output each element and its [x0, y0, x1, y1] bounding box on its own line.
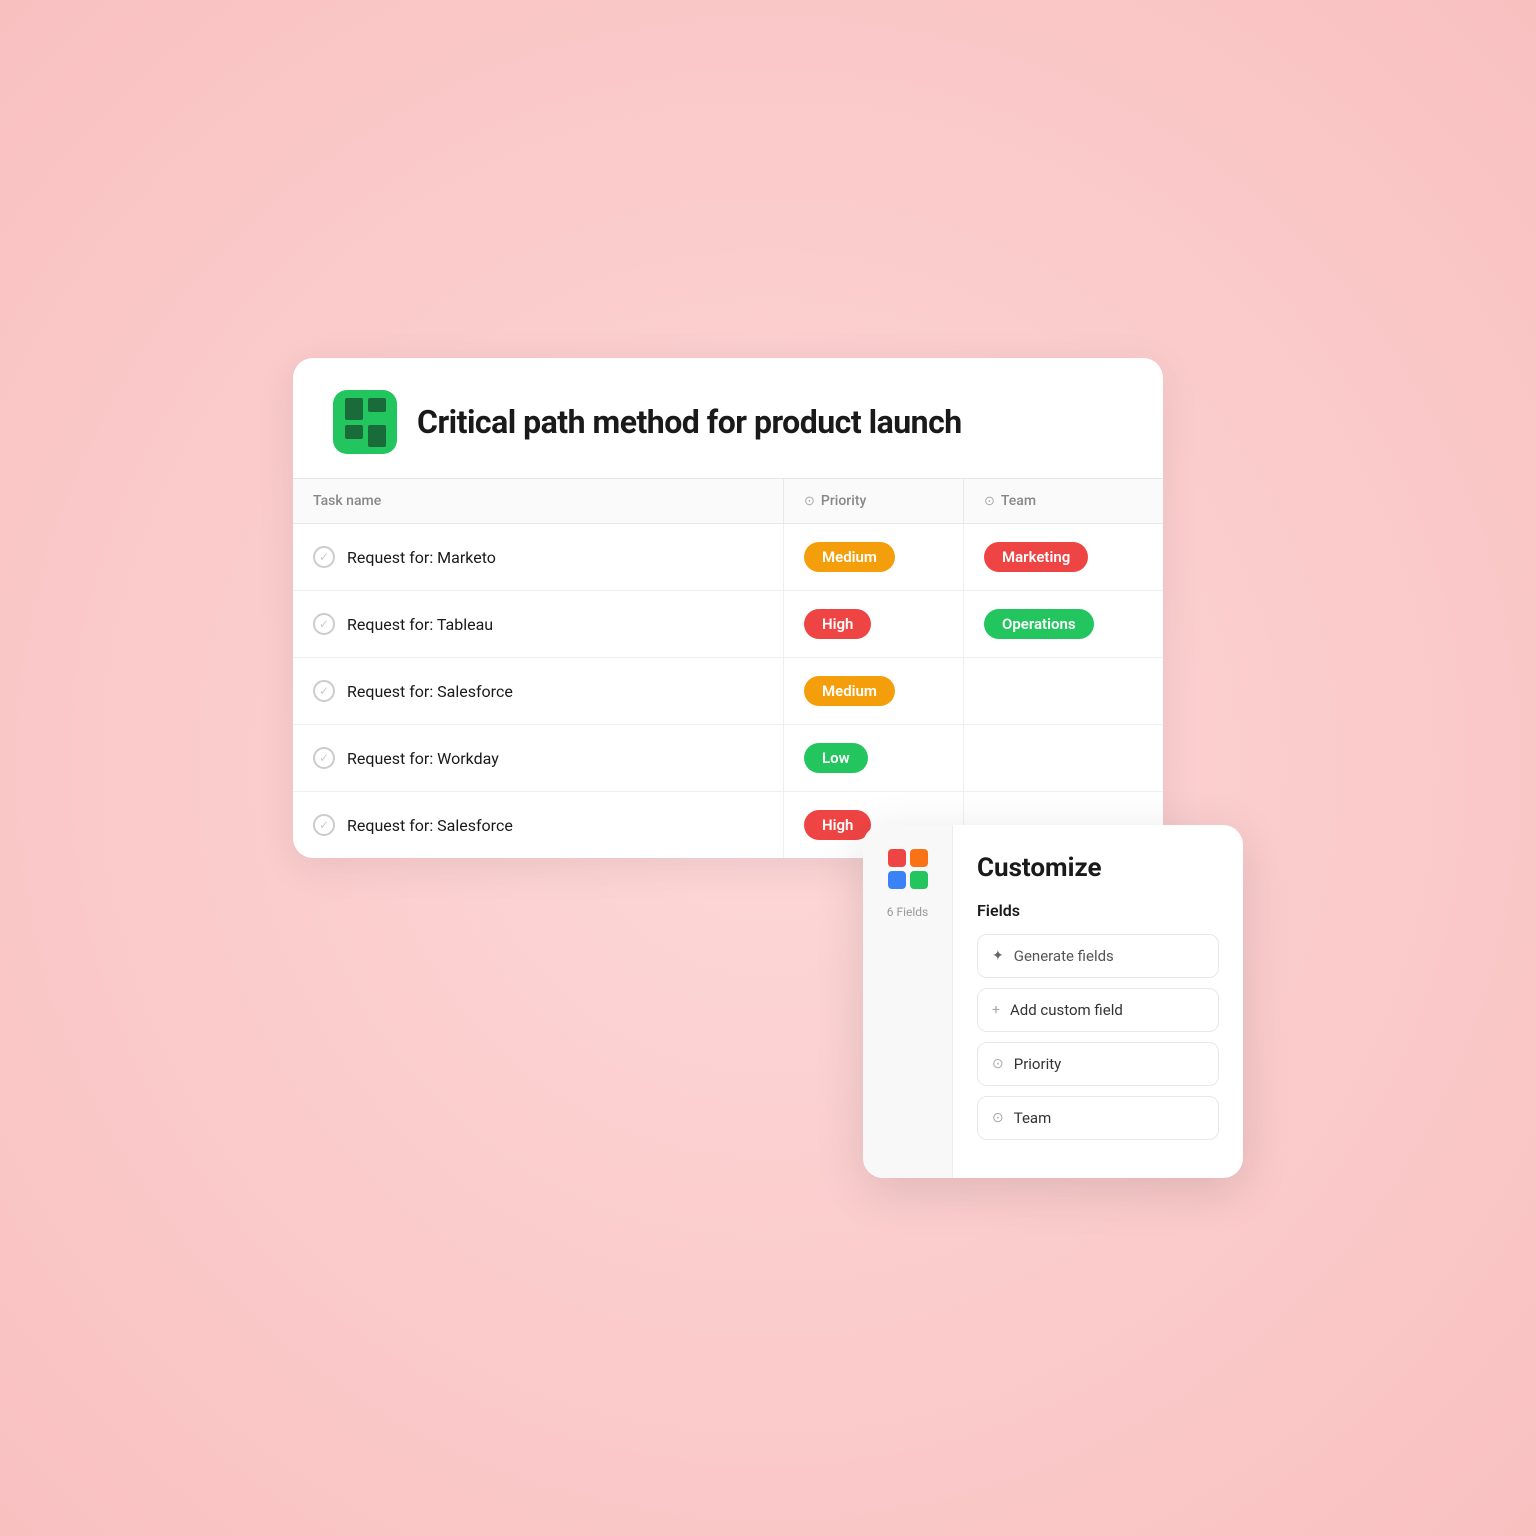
priority-badge: Medium	[804, 676, 895, 706]
generate-icon: ✦	[992, 948, 1004, 964]
panel-sidebar: 6 Fields	[863, 825, 953, 1178]
logo-cell-3	[345, 425, 363, 439]
col-priority-label: Priority	[821, 493, 866, 509]
team-cell[interactable]: Operations	[963, 591, 1163, 657]
priority-cell[interactable]: Medium	[783, 658, 963, 724]
task-name-text: Request for: Tableau	[347, 615, 493, 634]
scene: Critical path method for product launch …	[293, 358, 1243, 1178]
main-card: Critical path method for product launch …	[293, 358, 1163, 858]
team-col-icon: ⊙	[984, 494, 995, 509]
task-cell: ✓ Request for: Salesforce	[293, 792, 783, 858]
logo-cell-1	[345, 398, 363, 420]
check-icon: ✓	[313, 747, 335, 769]
task-cell: ✓ Request for: Workday	[293, 725, 783, 791]
priority-cell[interactable]: Low	[783, 725, 963, 791]
page-title: Critical path method for product launch	[417, 403, 962, 441]
logo-cell-4	[368, 425, 386, 447]
team-cell[interactable]	[963, 658, 1163, 724]
logo-red	[888, 849, 906, 867]
task-name-text: Request for: Workday	[347, 749, 499, 768]
logo-orange	[910, 849, 928, 867]
task-table: Task name ⊙ Priority ⊙ Team ✓ Request fo…	[293, 478, 1163, 858]
col-priority: ⊙ Priority	[783, 479, 963, 523]
priority-field-item[interactable]: ⊙ Priority	[977, 1042, 1219, 1086]
app-logo	[333, 390, 397, 454]
check-icon: ✓	[313, 613, 335, 635]
team-field-item[interactable]: ⊙ Team	[977, 1096, 1219, 1140]
task-name-text: Request for: Salesforce	[347, 682, 513, 701]
logo-blue	[888, 871, 906, 889]
generate-fields-label: Generate fields	[1014, 947, 1114, 965]
task-name-text: Request for: Salesforce	[347, 816, 513, 835]
priority-col-icon: ⊙	[804, 494, 815, 509]
logo-cell-2	[368, 398, 386, 412]
priority-cell[interactable]: Medium	[783, 524, 963, 590]
table-header: Task name ⊙ Priority ⊙ Team	[293, 478, 1163, 524]
check-icon: ✓	[313, 814, 335, 836]
fields-section-label: Fields	[977, 901, 1219, 920]
generate-fields-button[interactable]: ✦ Generate fields	[977, 934, 1219, 978]
col-task-name: Task name	[293, 479, 783, 523]
priority-badge: High	[804, 609, 871, 639]
add-custom-field-button[interactable]: + Add custom field	[977, 988, 1219, 1032]
task-cell: ✓ Request for: Salesforce	[293, 658, 783, 724]
add-icon: +	[992, 1002, 1000, 1018]
check-icon: ✓	[313, 680, 335, 702]
col-team-label: Team	[1001, 493, 1036, 509]
team-badge: Marketing	[984, 542, 1088, 572]
table-row: ✓ Request for: Salesforce Medium	[293, 658, 1163, 725]
priority-cell[interactable]: High	[783, 591, 963, 657]
team-badge: Operations	[984, 609, 1094, 639]
priority-badge: Low	[804, 743, 868, 773]
team-cell[interactable]: Marketing	[963, 524, 1163, 590]
col-task-label: Task name	[313, 493, 381, 509]
priority-badge: High	[804, 810, 871, 840]
fields-count: 6 Fields	[887, 905, 929, 919]
table-row: ✓ Request for: Tableau High Operations	[293, 591, 1163, 658]
table-row: ✓ Request for: Workday Low	[293, 725, 1163, 792]
card-header: Critical path method for product launch	[293, 358, 1163, 478]
sidebar-logo	[888, 849, 928, 889]
task-cell: ✓ Request for: Tableau	[293, 591, 783, 657]
team-field-label: Team	[1014, 1109, 1052, 1127]
priority-dropdown-icon: ⊙	[992, 1056, 1004, 1072]
panel-title: Customize	[977, 853, 1219, 883]
task-cell: ✓ Request for: Marketo	[293, 524, 783, 590]
col-team: ⊙ Team	[963, 479, 1163, 523]
team-cell[interactable]	[963, 725, 1163, 791]
check-icon: ✓	[313, 546, 335, 568]
table-row: ✓ Request for: Marketo Medium Marketing	[293, 524, 1163, 591]
logo-green	[910, 871, 928, 889]
customize-panel: 6 Fields Customize Fields ✦ Generate fie…	[863, 825, 1243, 1178]
priority-badge: Medium	[804, 542, 895, 572]
team-dropdown-icon: ⊙	[992, 1110, 1004, 1126]
task-name-text: Request for: Marketo	[347, 548, 496, 567]
panel-content: Customize Fields ✦ Generate fields + Add…	[953, 825, 1243, 1178]
add-custom-field-label: Add custom field	[1010, 1001, 1123, 1019]
priority-field-label: Priority	[1014, 1055, 1061, 1073]
